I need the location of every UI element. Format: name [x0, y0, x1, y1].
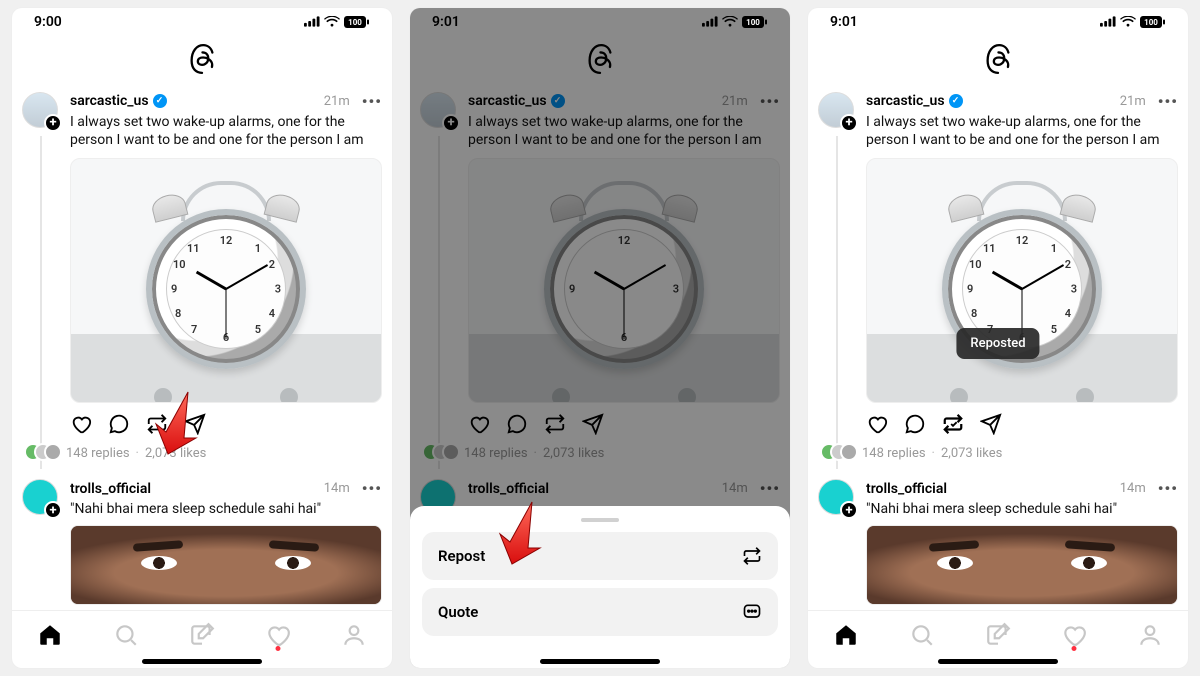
phone-screen-1: 9:00 100 + sarcastic_us [12, 8, 392, 668]
post-text: "Nahi bhai mera sleep schedule sahi hai" [866, 500, 1178, 519]
repost-icon[interactable] [146, 413, 168, 435]
quote-icon [742, 602, 762, 622]
status-bar: 9:01 100 [808, 8, 1188, 36]
home-indicator [938, 659, 1058, 664]
home-indicator [540, 659, 660, 664]
repost-label: Repost [438, 547, 485, 565]
phone-screen-2: 9:01 100 + sarcastic_us [410, 8, 790, 668]
username[interactable]: trolls_official [70, 481, 151, 497]
svg-text:100: 100 [348, 18, 362, 27]
svg-text:100: 100 [746, 18, 760, 27]
username[interactable]: sarcastic_us [866, 93, 945, 109]
post-time: 21m [1120, 94, 1146, 109]
wifi-icon [722, 16, 738, 28]
battery-icon: 100 [742, 16, 768, 28]
repost-icon-active[interactable] [942, 413, 964, 435]
profile-tab-icon[interactable] [1136, 621, 1164, 649]
replier-avatars [24, 443, 60, 463]
activity-badge-dot [1072, 646, 1077, 651]
home-tab-icon[interactable] [832, 621, 860, 649]
wifi-icon [1120, 16, 1136, 28]
reply-icon[interactable] [108, 413, 130, 435]
post-text: "Nahi bhai mera sleep schedule sahi hai" [70, 500, 382, 519]
sheet-grabber[interactable] [581, 518, 619, 522]
post-card[interactable]: + sarcastic_us 21m ••• I always set two … [22, 86, 382, 474]
verified-badge-icon [153, 94, 167, 108]
signal-icon [304, 16, 320, 27]
battery-icon: 100 [1140, 16, 1166, 28]
follow-plus-icon[interactable]: + [840, 114, 858, 132]
post-image[interactable]: 12 3 6 9 1 2 4 5 7 8 10 11 [866, 158, 1178, 403]
status-indicators: 100 [304, 16, 370, 28]
bottom-tab-bar [808, 610, 1188, 668]
follow-plus-icon[interactable]: + [840, 501, 858, 519]
quote-label: Quote [438, 603, 478, 621]
svg-text:100: 100 [1144, 18, 1158, 27]
status-bar: 9:01 100 [410, 8, 790, 36]
thread-line [40, 136, 42, 470]
status-bar: 9:00 100 [12, 8, 392, 36]
wifi-icon [324, 16, 340, 28]
reply-count[interactable]: 148 replies [862, 446, 926, 461]
reply-icon[interactable] [904, 413, 926, 435]
post-time: 14m [1120, 481, 1146, 496]
more-icon[interactable]: ••• [362, 92, 382, 111]
username[interactable]: trolls_official [866, 481, 947, 497]
verified-badge-icon [949, 94, 963, 108]
post-card[interactable]: + trolls_official 14m ••• "Nahi bhai mer… [22, 473, 382, 609]
status-time: 9:00 [34, 14, 62, 30]
search-tab-icon[interactable] [908, 621, 936, 649]
more-icon[interactable]: ••• [362, 479, 382, 498]
home-tab-icon[interactable] [36, 621, 64, 649]
like-icon[interactable] [70, 413, 92, 435]
feed[interactable]: + sarcastic_us 21m ••• I always set two … [12, 86, 392, 610]
phone-screen-3: 9:01 100 + sarcastic_us [808, 8, 1188, 668]
post-card[interactable]: + sarcastic_us 21m ••• I always set two … [818, 86, 1178, 474]
post-text: I always set two wake-up alarms, one for… [866, 113, 1178, 151]
profile-tab-icon[interactable] [340, 621, 368, 649]
compose-tab-icon[interactable] [188, 621, 216, 649]
like-count[interactable]: 2,073 likes [145, 446, 206, 461]
like-icon[interactable] [866, 413, 888, 435]
threads-logo [12, 36, 392, 86]
repost-icon [742, 546, 762, 566]
reply-count[interactable]: 148 replies [66, 446, 130, 461]
post-stats[interactable]: 148 replies · 2,073 likes [820, 443, 1178, 463]
repost-button[interactable]: Repost [422, 532, 778, 580]
follow-plus-icon[interactable]: + [44, 501, 62, 519]
activity-tab-icon[interactable] [1060, 621, 1088, 649]
post-image[interactable] [866, 525, 1178, 605]
repost-action-sheet: Repost Quote [410, 506, 790, 668]
share-icon[interactable] [980, 413, 1002, 435]
post-time: 21m [324, 94, 350, 109]
reposted-toast: Reposted [956, 328, 1039, 359]
compose-tab-icon[interactable] [984, 621, 1012, 649]
status-time: 9:01 [432, 14, 460, 30]
more-icon[interactable]: ••• [1158, 479, 1178, 498]
signal-icon [702, 16, 718, 27]
post-image[interactable] [70, 525, 382, 605]
battery-icon: 100 [344, 16, 370, 28]
status-time: 9:01 [830, 14, 858, 30]
post-image[interactable]: 12 3 6 9 1 2 4 5 7 8 10 [70, 158, 382, 403]
more-icon[interactable]: ••• [1158, 92, 1178, 111]
status-indicators: 100 [702, 16, 768, 28]
threads-logo [808, 36, 1188, 86]
quote-button[interactable]: Quote [422, 588, 778, 636]
post-time: 14m [324, 481, 350, 496]
activity-tab-icon[interactable] [264, 621, 292, 649]
home-indicator [142, 659, 262, 664]
search-tab-icon[interactable] [112, 621, 140, 649]
like-count[interactable]: 2,073 likes [941, 446, 1002, 461]
post-stats[interactable]: 148 replies · 2,073 likes [24, 443, 382, 463]
follow-plus-icon[interactable]: + [44, 114, 62, 132]
bottom-tab-bar [12, 610, 392, 668]
username[interactable]: sarcastic_us [70, 93, 149, 109]
post-card[interactable]: + trolls_official 14m ••• "Nahi bhai mer… [818, 473, 1178, 609]
post-text: I always set two wake-up alarms, one for… [70, 113, 382, 151]
status-indicators: 100 [1100, 16, 1166, 28]
signal-icon [1100, 16, 1116, 27]
activity-badge-dot [276, 646, 281, 651]
share-icon[interactable] [184, 413, 206, 435]
